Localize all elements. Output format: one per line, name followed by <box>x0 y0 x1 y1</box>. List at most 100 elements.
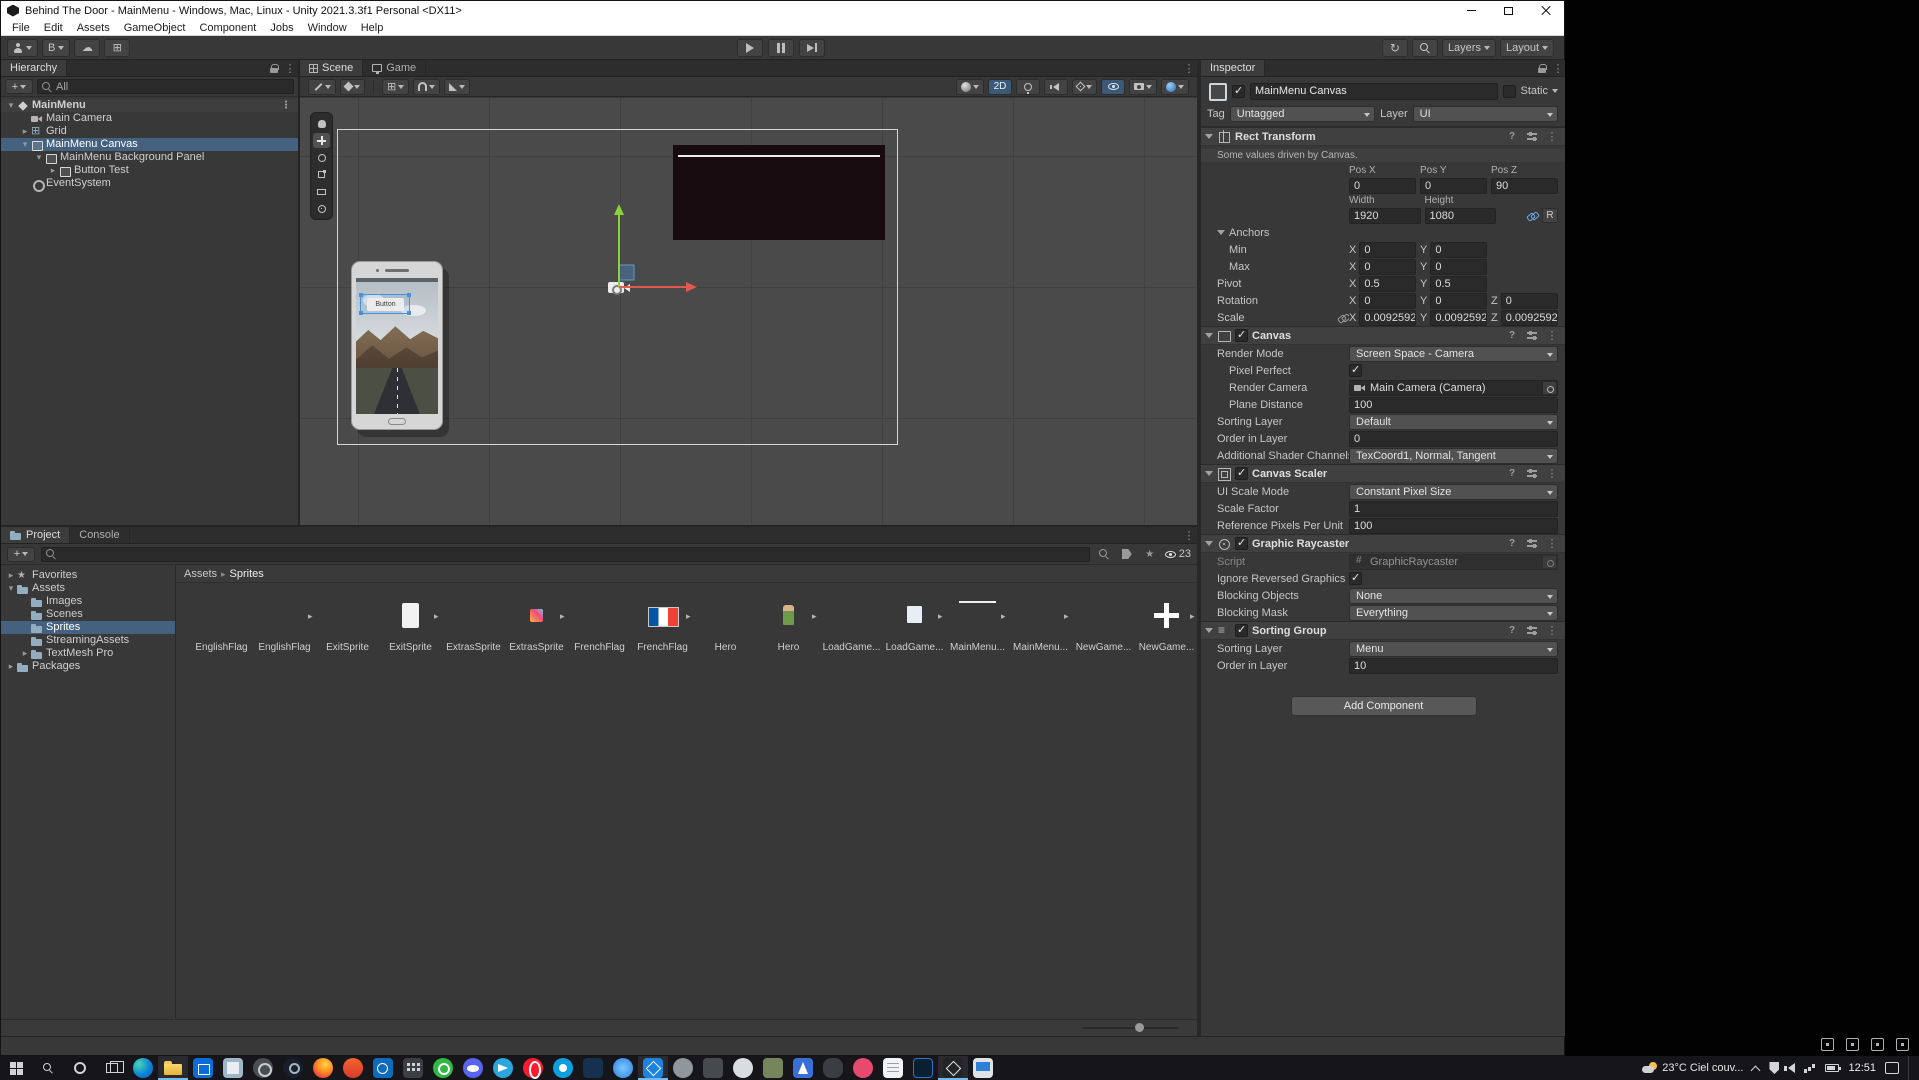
foldout-arrow-icon[interactable] <box>19 138 31 151</box>
tab-game[interactable]: Game <box>363 60 427 76</box>
static-checkbox[interactable] <box>1503 84 1517 98</box>
foldout-arrow-icon[interactable] <box>47 164 59 177</box>
taskbar-search-button[interactable] <box>32 1056 64 1080</box>
asset-item[interactable]: ExtrasSprite <box>442 587 505 664</box>
raw-edit-button[interactable]: R <box>1542 208 1558 223</box>
expand-subassets-icon[interactable] <box>686 610 695 621</box>
help-icon[interactable] <box>1504 623 1520 639</box>
tab-hierarchy[interactable]: Hierarchy <box>1 60 68 76</box>
taskbar-app-button[interactable] <box>578 1056 608 1080</box>
anchors-foldout-row[interactable]: Anchors <box>1201 224 1566 241</box>
taskbar-app-button[interactable] <box>698 1056 728 1080</box>
thumbnail-zoom-slider[interactable] <box>1083 1023 1179 1032</box>
rect-transform-header[interactable]: Rect Transform <box>1201 127 1566 146</box>
scene-visibility-toggle[interactable] <box>1101 78 1125 95</box>
taskbar-app-button[interactable] <box>728 1056 758 1080</box>
expand-subassets-icon[interactable] <box>1001 610 1010 621</box>
scene-effects-dropdown[interactable] <box>1072 78 1097 95</box>
static-dropdown[interactable]: Static <box>1503 84 1558 98</box>
sorting-layer-dropdown[interactable]: Default <box>1349 413 1558 430</box>
foldout-arrow-icon[interactable] <box>1205 134 1213 139</box>
taskbar-app-button[interactable] <box>128 1056 158 1080</box>
inspector-lock-button[interactable] <box>1534 60 1550 76</box>
search-button[interactable] <box>1411 38 1438 57</box>
tab-scene[interactable]: Scene <box>300 60 364 76</box>
network-tray-icon[interactable] <box>1804 1063 1816 1073</box>
menu-item[interactable]: Assets <box>70 22 117 34</box>
anchor-min-y-field[interactable]: 0 <box>1430 241 1487 258</box>
account-initial-button[interactable]: B <box>42 38 71 57</box>
play-button[interactable] <box>736 38 763 57</box>
project-tree-item[interactable]: Assets <box>1 582 175 595</box>
presets-icon[interactable] <box>1527 132 1537 141</box>
canvas-enabled-checkbox[interactable] <box>1235 328 1248 342</box>
taskbar-app-button[interactable] <box>638 1056 668 1080</box>
tray-overflow-icon[interactable] <box>1821 1038 1834 1051</box>
panel-lock-button[interactable] <box>266 60 282 76</box>
sorting-group-enabled-checkbox[interactable] <box>1235 623 1248 637</box>
foldout-arrow-icon[interactable] <box>5 582 17 595</box>
rect-tool[interactable] <box>313 184 330 199</box>
foldout-arrow-icon[interactable] <box>1205 541 1213 546</box>
menu-item[interactable]: Window <box>301 22 354 34</box>
expand-subassets-icon[interactable] <box>1064 610 1073 621</box>
tray-overflow-icon[interactable] <box>1846 1038 1859 1051</box>
search-by-type-button[interactable] <box>1096 546 1112 562</box>
taskbar-app-button[interactable] <box>398 1056 428 1080</box>
asset-item[interactable]: NewGame... <box>1072 587 1135 664</box>
object-picker-icon[interactable] <box>1542 381 1556 394</box>
scene-lighting-toggle[interactable] <box>1016 78 1040 95</box>
component-menu-icon[interactable] <box>1544 328 1560 344</box>
gameobject-enabled-checkbox[interactable] <box>1232 84 1245 98</box>
asset-item[interactable]: FrenchFlag <box>631 587 694 664</box>
hierarchy-item[interactable]: MainMenu <box>1 99 298 112</box>
menu-item[interactable]: Help <box>354 22 391 34</box>
asset-item[interactable]: ExitSprite <box>379 587 442 664</box>
component-menu-icon[interactable] <box>1544 536 1560 552</box>
asset-item[interactable]: MainMenu... <box>946 587 1009 664</box>
taskbar-app-button[interactable] <box>158 1056 188 1080</box>
battery-tray-icon[interactable] <box>1825 1064 1842 1072</box>
taskbar-app-button[interactable] <box>338 1056 368 1080</box>
height-field[interactable]: 1080 <box>1424 207 1496 224</box>
scale-tool[interactable] <box>313 167 330 182</box>
taskbar-app-button[interactable] <box>908 1056 938 1080</box>
search-by-label-button[interactable] <box>1119 546 1135 562</box>
help-icon[interactable] <box>1504 536 1520 552</box>
anchor-max-x-field[interactable]: 0 <box>1359 258 1416 275</box>
project-tree-item[interactable]: Images <box>1 595 175 608</box>
foldout-arrow-icon[interactable] <box>5 660 17 673</box>
taskbar-app-button[interactable] <box>188 1056 218 1080</box>
tray-overflow-icon[interactable] <box>1871 1038 1884 1051</box>
taskbar-app-button[interactable] <box>668 1056 698 1080</box>
menu-item[interactable]: GameObject <box>117 22 193 34</box>
presets-icon[interactable] <box>1527 539 1537 548</box>
step-button[interactable] <box>798 38 825 57</box>
taskbar-app-button[interactable] <box>218 1056 248 1080</box>
render-camera-object-field[interactable]: Main Camera (Camera) <box>1349 379 1558 396</box>
tab-console[interactable]: Console <box>70 527 130 543</box>
panel-menu-button[interactable] <box>1550 60 1566 76</box>
ui-scale-mode-dropdown[interactable]: Constant Pixel Size <box>1349 483 1558 500</box>
expand-subassets-icon[interactable] <box>812 610 821 621</box>
tab-inspector[interactable]: Inspector <box>1201 60 1266 76</box>
breadcrumb-current[interactable]: Sprites <box>230 568 264 580</box>
selection-handle[interactable] <box>407 293 411 297</box>
pixel-perfect-checkbox[interactable] <box>1349 363 1362 377</box>
tray-overflow-icon[interactable] <box>1896 1038 1909 1051</box>
menu-background-panel-sprite[interactable] <box>673 145 885 240</box>
ref-ppu-field[interactable]: 100 <box>1349 517 1558 534</box>
taskbar-app-button[interactable] <box>248 1056 278 1080</box>
shader-channels-dropdown[interactable]: TexCoord1, Normal, Tangent <box>1349 447 1558 464</box>
phone-sprite[interactable] <box>351 261 443 430</box>
snap-settings-dropdown[interactable] <box>413 78 441 95</box>
scale-x-field[interactable]: 0.0092592 <box>1359 309 1416 326</box>
menu-item[interactable]: Edit <box>37 22 70 34</box>
taskbar-app-button[interactable] <box>848 1056 878 1080</box>
layout-dropdown[interactable]: Layout <box>1499 38 1554 57</box>
notification-center-icon[interactable] <box>1885 1062 1899 1074</box>
2d-toggle[interactable]: 2D <box>988 78 1012 95</box>
tab-project[interactable]: Project <box>1 527 71 543</box>
asset-item[interactable]: EnglishFlag <box>253 587 316 664</box>
blocking-objects-dropdown[interactable]: None <box>1349 587 1558 604</box>
